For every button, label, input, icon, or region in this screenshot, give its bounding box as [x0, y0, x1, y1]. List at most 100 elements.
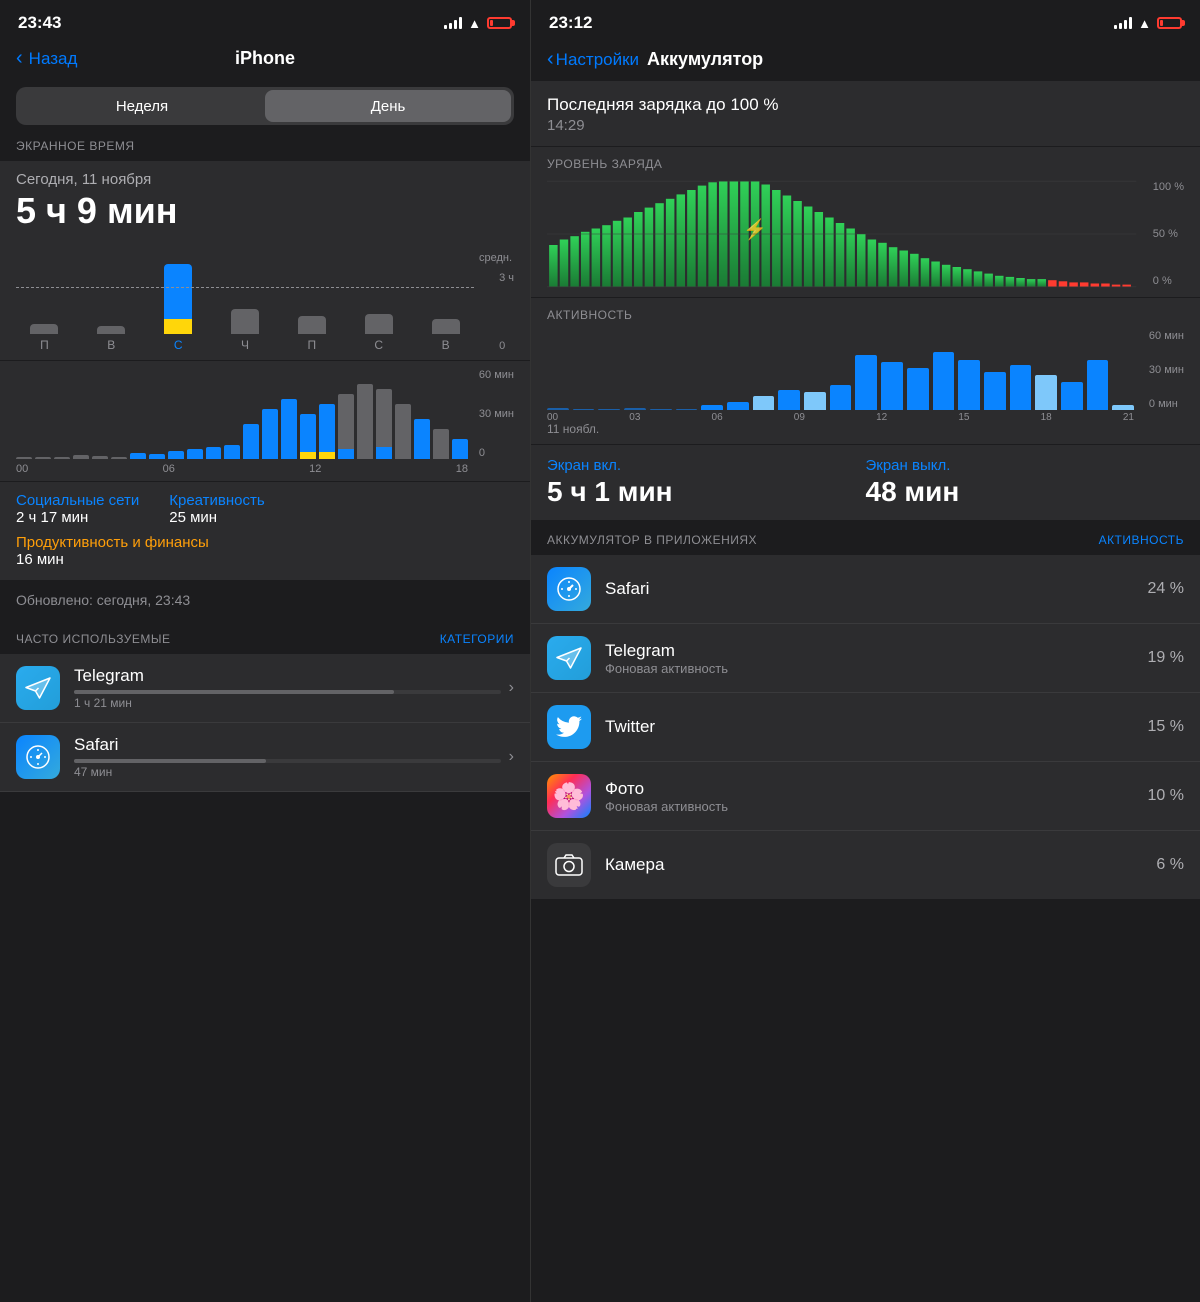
signal-icon	[1114, 17, 1132, 29]
date-label: 11 ноябл.	[547, 422, 1184, 436]
left-panel: 23:43 ▲ ‹ Назад iPhone Неделя День ЭКРАН…	[0, 0, 530, 1302]
back-button[interactable]: ‹ Настройки	[547, 48, 639, 71]
right-status-bar: 23:12 ▲	[531, 0, 1200, 44]
categories-block: Социальные сети 2 ч 17 мин Креативность …	[0, 482, 530, 580]
bar-tue: В	[83, 326, 140, 352]
last-charge-block: Последняя зарядка до 100 % 14:29	[531, 81, 1200, 146]
page-title: Аккумулятор	[647, 49, 763, 70]
app-item-safari[interactable]: Safari 47 мин ›	[0, 723, 530, 792]
telegram-app-icon	[547, 636, 591, 680]
update-line: Обновлено: сегодня, 23:43	[0, 582, 530, 618]
activity-x-labels: 00 03 06 09 12 15 18 21	[547, 412, 1184, 423]
battery-level-block: УРОВЕНЬ ЗАРЯДА	[531, 147, 1200, 297]
activity-chart: 60 мин 30 мин 0 мин 00 03 06 09 12 15 18…	[547, 330, 1184, 420]
camera-percent: 6 %	[1156, 856, 1184, 874]
category-social: Социальные сети 2 ч 17 мин	[16, 492, 139, 526]
photos-battery-info: Фото Фоновая активность	[605, 779, 1148, 814]
battery-icon	[487, 17, 512, 29]
bar-fri: П	[283, 316, 340, 352]
screen-time-block: Сегодня, 11 ноября 5 ч 9 мин средн. П	[0, 161, 530, 360]
activity-y-axis: 60 мин 30 мин 0 мин	[1149, 330, 1184, 410]
battery-chart-svg: ⚡	[547, 179, 1184, 289]
weekly-bars: П В С	[16, 252, 514, 352]
twitter-app-icon	[547, 705, 591, 749]
category-creative: Креативность 25 мин	[169, 492, 264, 526]
hourly-chart: 60 мин 30 мин 0 00 06 12 18	[0, 361, 530, 481]
hourly-x-axis: 00 06 12 18	[16, 459, 514, 477]
chevron-icon: ›	[509, 748, 514, 766]
avg-dashed-line	[16, 287, 474, 288]
safari-app-icon	[547, 567, 591, 611]
screen-time-value: 5 ч 9 мин	[16, 190, 514, 232]
last-charge-time: 14:29	[547, 117, 1184, 134]
bar-wed: С	[150, 264, 207, 352]
page-title: iPhone	[235, 48, 295, 69]
apps-battery-header: АККУМУЛЯТОР В ПРИЛОЖЕНИЯХ АКТИВНОСТЬ	[531, 521, 1200, 555]
right-status-icons: ▲	[1114, 16, 1182, 31]
chevron-icon: ›	[509, 679, 514, 697]
battery-icon	[1157, 17, 1182, 29]
left-time: 23:43	[18, 13, 61, 33]
telegram-battery-info: Telegram Фоновая активность	[605, 641, 1148, 676]
screen-on-label[interactable]: Экран вкл.	[547, 457, 866, 474]
wifi-icon: ▲	[1138, 16, 1151, 31]
screen-off-stat: Экран выкл. 48 мин	[866, 457, 1185, 508]
battery-section-label: УРОВЕНЬ ЗАРЯДА	[547, 157, 1184, 171]
day-button[interactable]: День	[265, 90, 511, 122]
back-chevron-icon: ‹	[16, 47, 23, 70]
twitter-percent: 15 %	[1148, 718, 1184, 736]
bar-thu: Ч	[217, 309, 274, 352]
screen-time-label: ЭКРАННОЕ ВРЕМЯ	[0, 139, 530, 161]
activity-link[interactable]: АКТИВНОСТЬ	[1099, 533, 1184, 547]
week-button[interactable]: Неделя	[19, 90, 265, 122]
battery-app-photos: 🌸 Фото Фоновая активность 10 %	[531, 762, 1200, 831]
camera-app-icon	[547, 843, 591, 887]
twitter-battery-info: Twitter	[605, 717, 1148, 737]
bar-sat: С	[350, 314, 407, 352]
activity-section-label: АКТИВНОСТЬ	[547, 308, 1184, 322]
back-button[interactable]: ‹ Назад	[16, 47, 77, 70]
segment-control: Неделя День	[16, 87, 514, 125]
hourly-bars-row: 60 мин 30 мин 0	[16, 369, 514, 459]
screen-off-value: 48 мин	[866, 476, 1185, 508]
left-status-icons: ▲	[444, 16, 512, 31]
hourly-y-axis: 60 мин 30 мин 0	[479, 369, 514, 459]
right-nav-bar: ‹ Настройки Аккумулятор	[531, 44, 1200, 81]
weekly-chart: средн. П В	[16, 240, 514, 360]
right-panel: 23:12 ▲ ‹ Настройки Аккумулятор Последня…	[530, 0, 1200, 1302]
app-list: Telegram 1 ч 21 мин › Safari 47 мин ›	[0, 654, 530, 792]
left-status-bar: 23:43 ▲	[0, 0, 530, 44]
signal-icon	[444, 17, 462, 29]
safari-icon	[16, 735, 60, 779]
category-productivity: Продуктивность и финансы 16 мин	[16, 534, 514, 568]
activity-bars: 60 мин 30 мин 0 мин	[547, 330, 1184, 410]
battery-app-list: Safari 24 % Telegram Фоновая активность …	[531, 555, 1200, 899]
battery-app-twitter: Twitter 15 %	[531, 693, 1200, 762]
photos-percent: 10 %	[1148, 787, 1184, 805]
safari-info: Safari 47 мин	[74, 735, 501, 779]
app-item-telegram[interactable]: Telegram 1 ч 21 мин ›	[0, 654, 530, 723]
left-nav-bar: ‹ Назад iPhone	[0, 44, 530, 79]
screen-stats-block: Экран вкл. 5 ч 1 мин Экран выкл. 48 мин	[531, 445, 1200, 520]
weekly-y-axis: 3 ч 0	[499, 272, 514, 352]
bar-mon: П	[16, 324, 73, 352]
telegram-info: Telegram 1 ч 21 мин	[74, 666, 501, 710]
categories-link[interactable]: КАТЕГОРИИ	[440, 632, 514, 646]
telegram-icon	[16, 666, 60, 710]
right-time: 23:12	[549, 13, 592, 33]
safari-percent: 24 %	[1148, 580, 1184, 598]
screen-on-stat: Экран вкл. 5 ч 1 мин	[547, 457, 866, 508]
apps-battery-title: АККУМУЛЯТОР В ПРИЛОЖЕНИЯХ	[547, 533, 757, 547]
back-chevron-icon: ‹	[547, 48, 554, 71]
battery-app-telegram: Telegram Фоновая активность 19 %	[531, 624, 1200, 693]
safari-battery-info: Safari	[605, 579, 1148, 599]
frequent-title: ЧАСТО ИСПОЛЬЗУЕМЫЕ	[16, 632, 171, 646]
activity-block: АКТИВНОСТЬ	[531, 298, 1200, 444]
bar-sun: В	[417, 319, 474, 352]
screen-off-label[interactable]: Экран выкл.	[866, 457, 1185, 474]
battery-app-safari: Safari 24 %	[531, 555, 1200, 624]
battery-chart: ⚡ 100 % 50 % 0 %	[547, 179, 1184, 289]
telegram-percent: 19 %	[1148, 649, 1184, 667]
camera-battery-info: Камера	[605, 855, 1156, 875]
screen-on-value: 5 ч 1 мин	[547, 476, 866, 508]
